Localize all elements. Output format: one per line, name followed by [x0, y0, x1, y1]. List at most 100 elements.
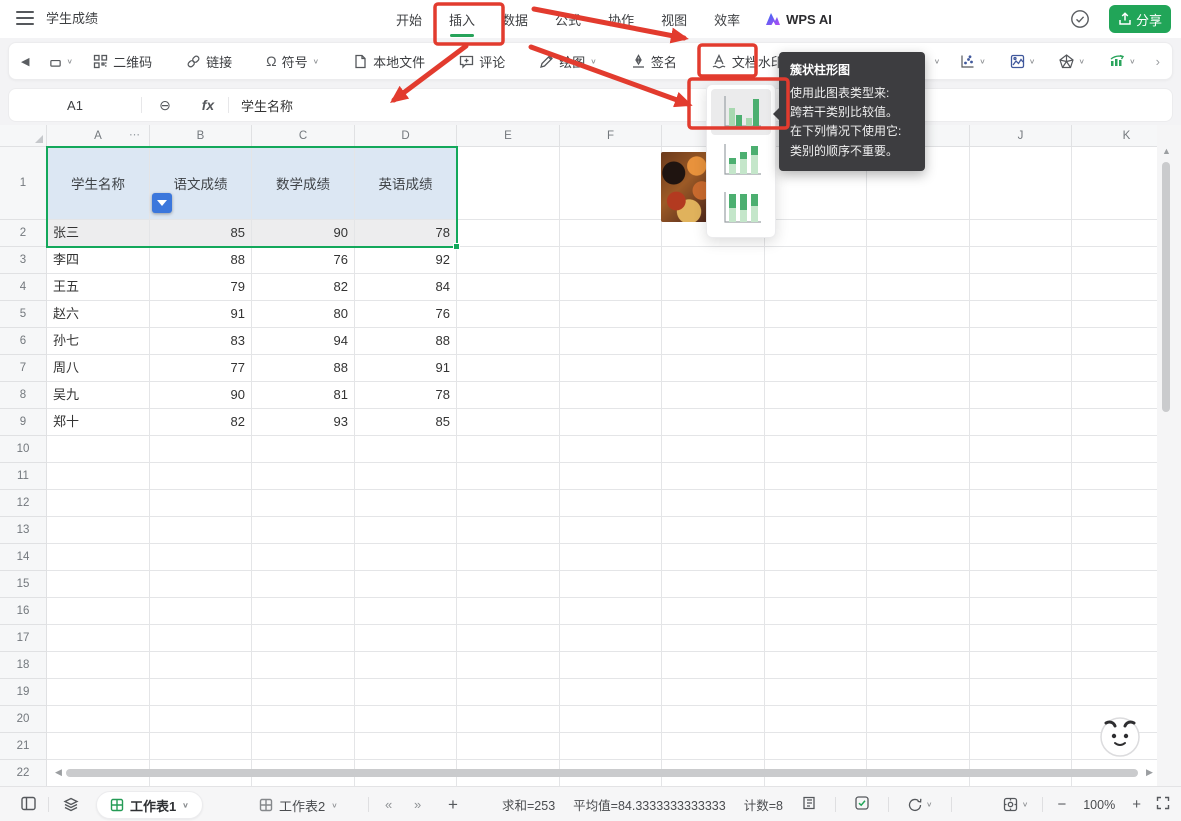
- cell-D17[interactable]: [355, 625, 457, 652]
- cell-K7[interactable]: [1072, 355, 1157, 382]
- row-header-2[interactable]: 2: [0, 220, 47, 247]
- cell-F15[interactable]: [560, 571, 662, 598]
- cell-B3[interactable]: 88: [150, 247, 252, 274]
- cell-A1[interactable]: 学生名称: [47, 147, 150, 220]
- cell-H4[interactable]: [765, 274, 867, 301]
- cell-C5[interactable]: 80: [252, 301, 355, 328]
- cell-B6[interactable]: 83: [150, 328, 252, 355]
- cell-I14[interactable]: [867, 544, 970, 571]
- cell-G21[interactable]: [662, 733, 765, 760]
- cell-D21[interactable]: [355, 733, 457, 760]
- toolbar-chart-button-4[interactable]: ∨: [1104, 50, 1141, 73]
- cell-G18[interactable]: [662, 652, 765, 679]
- cell-D6[interactable]: 88: [355, 328, 457, 355]
- cell-A9[interactable]: 郑十: [47, 409, 150, 436]
- cell-E13[interactable]: [457, 517, 560, 544]
- menu-tab-6[interactable]: 视图: [659, 6, 689, 33]
- column-header-F[interactable]: F: [560, 125, 662, 147]
- cell-H2[interactable]: [765, 220, 867, 247]
- cell-K13[interactable]: [1072, 517, 1157, 544]
- cell-J1[interactable]: [970, 147, 1072, 220]
- cell-H18[interactable]: [765, 652, 867, 679]
- cell-D4[interactable]: 84: [355, 274, 457, 301]
- cell-J20[interactable]: [970, 706, 1072, 733]
- cell-K12[interactable]: [1072, 490, 1157, 517]
- row-header-14[interactable]: 14: [0, 544, 47, 571]
- all-sheets-icon[interactable]: [62, 795, 80, 818]
- cell-E6[interactable]: [457, 328, 560, 355]
- chart-type-percent-stacked-column[interactable]: [711, 185, 771, 231]
- row-header-18[interactable]: 18: [0, 652, 47, 679]
- cell-G5[interactable]: [662, 301, 765, 328]
- cell-A5[interactable]: 赵六: [47, 301, 150, 328]
- cell-F20[interactable]: [560, 706, 662, 733]
- cell-A20[interactable]: [47, 706, 150, 733]
- cell-C3[interactable]: 76: [252, 247, 355, 274]
- cell-F1[interactable]: [560, 147, 662, 220]
- row-header-16[interactable]: 16: [0, 598, 47, 625]
- cell-G10[interactable]: [662, 436, 765, 463]
- cell-E20[interactable]: [457, 706, 560, 733]
- zoom-in-button[interactable]: +: [1132, 796, 1141, 813]
- wps-ai-button[interactable]: WPS AI: [765, 12, 832, 27]
- cell-K4[interactable]: [1072, 274, 1157, 301]
- cell-F21[interactable]: [560, 733, 662, 760]
- cell-D13[interactable]: [355, 517, 457, 544]
- cell-reference-box[interactable]: A1: [9, 98, 141, 113]
- zoom-formula-icon[interactable]: ⊖: [142, 97, 188, 114]
- cell-A2[interactable]: 张三: [47, 220, 150, 247]
- cell-J3[interactable]: [970, 247, 1072, 274]
- cell-E21[interactable]: [457, 733, 560, 760]
- row-header-15[interactable]: 15: [0, 571, 47, 598]
- toolbar-button-1[interactable]: 二维码: [93, 52, 152, 71]
- spreadsheet-grid[interactable]: A⋯BCDEFGHIJK1学生名称语文成绩数学成绩英语成绩2张三8590783李…: [0, 125, 1157, 786]
- cell-F10[interactable]: [560, 436, 662, 463]
- scroll-right-icon[interactable]: ▶: [1146, 767, 1153, 778]
- cell-I18[interactable]: [867, 652, 970, 679]
- column-header-D[interactable]: D: [355, 125, 457, 147]
- embedded-image[interactable]: [661, 152, 712, 222]
- horizontal-scroll-thumb[interactable]: [66, 769, 1138, 777]
- cell-B15[interactable]: [150, 571, 252, 598]
- cell-I15[interactable]: [867, 571, 970, 598]
- cell-K19[interactable]: [1072, 679, 1157, 706]
- cell-B5[interactable]: 91: [150, 301, 252, 328]
- cell-E19[interactable]: [457, 679, 560, 706]
- collapse-toolbar-icon[interactable]: ◀: [21, 55, 29, 68]
- cell-C17[interactable]: [252, 625, 355, 652]
- cell-F3[interactable]: [560, 247, 662, 274]
- cell-F13[interactable]: [560, 517, 662, 544]
- fx-insert-function-icon[interactable]: fx: [188, 97, 228, 113]
- formula-input[interactable]: 学生名称: [241, 96, 293, 115]
- scroll-left-icon[interactable]: ◀: [55, 767, 62, 778]
- cell-H10[interactable]: [765, 436, 867, 463]
- menu-tab-3[interactable]: 数据: [500, 6, 530, 33]
- column-header-K[interactable]: K: [1072, 125, 1157, 147]
- cell-D18[interactable]: [355, 652, 457, 679]
- cell-H12[interactable]: [765, 490, 867, 517]
- share-button[interactable]: 分享: [1109, 5, 1171, 33]
- column-header-E[interactable]: E: [457, 125, 560, 147]
- cell-J19[interactable]: [970, 679, 1072, 706]
- cell-F2[interactable]: [560, 220, 662, 247]
- cell-J6[interactable]: [970, 328, 1072, 355]
- cell-I20[interactable]: [867, 706, 970, 733]
- cell-D8[interactable]: 78: [355, 382, 457, 409]
- cell-C15[interactable]: [252, 571, 355, 598]
- chart-type-stacked-column[interactable]: [711, 137, 771, 183]
- cell-K15[interactable]: [1072, 571, 1157, 598]
- cell-K2[interactable]: [1072, 220, 1157, 247]
- column-header-A[interactable]: A ⋯: [47, 125, 150, 147]
- cell-K11[interactable]: [1072, 463, 1157, 490]
- cell-I6[interactable]: [867, 328, 970, 355]
- cloud-save-icon[interactable]: [1069, 8, 1091, 30]
- record-form-icon[interactable]: [801, 795, 817, 814]
- cell-K18[interactable]: [1072, 652, 1157, 679]
- cell-I17[interactable]: [867, 625, 970, 652]
- cell-B9[interactable]: 82: [150, 409, 252, 436]
- cell-J4[interactable]: [970, 274, 1072, 301]
- cell-I2[interactable]: [867, 220, 970, 247]
- cell-H9[interactable]: [765, 409, 867, 436]
- cell-I13[interactable]: [867, 517, 970, 544]
- cell-H14[interactable]: [765, 544, 867, 571]
